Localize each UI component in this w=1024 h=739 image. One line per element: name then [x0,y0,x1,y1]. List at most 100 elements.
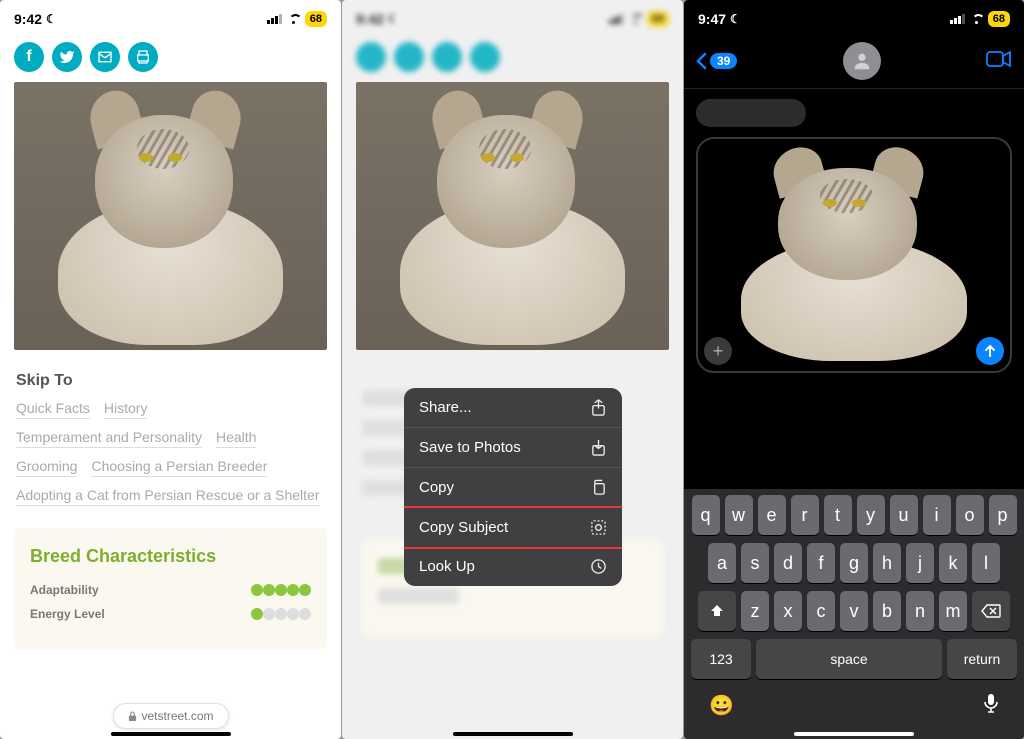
breed-characteristics-card: Breed Characteristics Adaptability Energy… [14,528,327,649]
card-title: Breed Characteristics [30,546,311,567]
ctx-look-up[interactable]: Look Up [404,547,622,586]
send-button[interactable] [976,337,1004,365]
time: 9:42 [356,11,384,27]
trait-row: Energy Level [30,607,311,621]
key-i[interactable]: i [923,495,951,535]
skip-link[interactable]: Choosing a Persian Breeder [91,458,267,477]
dnd-moon-icon: ☾ [388,12,399,26]
article-hero-image[interactable] [14,82,327,350]
time: 9:42 [14,11,42,27]
return-key[interactable]: return [947,639,1017,679]
key-u[interactable]: u [890,495,918,535]
safari-address-bar[interactable]: vetstreet.com [112,703,228,729]
key-a[interactable]: a [708,543,736,583]
key-d[interactable]: d [774,543,802,583]
battery-badge: 68 [988,11,1010,27]
dnd-moon-icon: ☾ [46,12,57,26]
key-h[interactable]: h [873,543,901,583]
skip-link[interactable]: Grooming [16,458,77,477]
unread-badge: 39 [710,53,737,69]
key-n[interactable]: n [906,591,934,631]
pasted-image-attachment[interactable] [704,145,1004,365]
ctx-save-to-photos[interactable]: Save to Photos [404,428,622,468]
numbers-key[interactable]: 123 [691,639,751,679]
statusbar: 9:47 ☾ 68 [684,0,1024,36]
statusbar: 9:42 ☾ 68 [342,0,683,36]
skip-link[interactable]: Quick Facts [16,400,90,419]
chevron-left-icon [696,52,707,70]
cellular-icon [267,14,282,24]
twitter-icon[interactable] [52,42,82,72]
skip-link[interactable]: History [104,400,148,419]
skip-to-heading: Skip To [0,350,341,400]
ios-keyboard: qwertyuiop asdfghjkl zxcvbnm 123 space r… [684,489,1024,739]
key-z[interactable]: z [741,591,769,631]
home-indicator[interactable] [111,732,231,736]
skip-link[interactable]: Temperament and Personality [16,429,202,448]
key-y[interactable]: y [857,495,885,535]
print-icon[interactable] [128,42,158,72]
safari-screenshot: 9:42 ☾ 68 f Skip To Quick Facts History Tem… [0,0,341,739]
ctx-share-[interactable]: Share... [404,388,622,428]
key-o[interactable]: o [956,495,984,535]
home-indicator[interactable] [794,732,914,736]
back-button[interactable]: 39 [696,52,737,70]
image-context-menu: Share...Save to PhotosCopyCopy SubjectLo… [404,388,622,586]
dnd-moon-icon: ☾ [730,12,741,26]
battery-badge: 68 [647,11,669,27]
key-t[interactable]: t [824,495,852,535]
email-icon[interactable] [90,42,120,72]
contact-avatar[interactable] [843,42,881,80]
key-b[interactable]: b [873,591,901,631]
social-share-row: f [0,36,341,82]
key-k[interactable]: k [939,543,967,583]
compose-field[interactable]: + [696,137,1012,373]
trait-score [251,584,311,596]
key-r[interactable]: r [791,495,819,535]
trait-label: Adaptability [30,583,99,597]
trait-score [251,608,311,620]
shift-key[interactable] [698,591,736,631]
facebook-icon[interactable]: f [14,42,44,72]
key-p[interactable]: p [989,495,1017,535]
lock-icon [127,711,136,722]
wifi-icon [969,14,984,25]
skip-link[interactable]: Adopting a Cat from Persian Rescue or a … [16,487,320,506]
key-g[interactable]: g [840,543,868,583]
key-m[interactable]: m [939,591,967,631]
wifi-icon [286,14,301,25]
ctx-copy[interactable]: Copy [404,468,622,508]
messages-screenshot: 9:47 ☾ 68 39 + qwertyuiop asdfghjkl zxcvb… [684,0,1024,739]
messages-header: 39 [684,36,1024,89]
ctx-copy-subject[interactable]: Copy Subject [404,506,622,549]
home-indicator[interactable] [453,732,573,736]
key-f[interactable]: f [807,543,835,583]
key-s[interactable]: s [741,543,769,583]
wifi-icon [628,14,643,25]
url-text: vetstreet.com [141,709,213,723]
incoming-message[interactable] [696,99,806,127]
key-c[interactable]: c [807,591,835,631]
key-j[interactable]: j [906,543,934,583]
key-x[interactable]: x [774,591,802,631]
add-attachment-button[interactable]: + [704,337,732,365]
cellular-icon [609,14,624,24]
conversation-body: + [684,89,1024,383]
emoji-key[interactable]: 😀 [709,693,734,719]
skip-to-links: Quick Facts History Temperament and Person… [0,400,341,520]
trait-label: Energy Level [30,607,105,621]
space-key[interactable]: space [756,639,942,679]
key-l[interactable]: l [972,543,1000,583]
facetime-button[interactable] [986,50,1012,73]
key-v[interactable]: v [840,591,868,631]
key-e[interactable]: e [758,495,786,535]
selected-image[interactable] [356,82,669,350]
key-q[interactable]: q [692,495,720,535]
cellular-icon [950,14,965,24]
delete-key[interactable] [972,591,1010,631]
dictation-key[interactable] [983,693,999,719]
key-w[interactable]: w [725,495,753,535]
time: 9:47 [698,11,726,27]
battery-badge: 68 [305,11,327,27]
skip-link[interactable]: Health [216,429,256,448]
